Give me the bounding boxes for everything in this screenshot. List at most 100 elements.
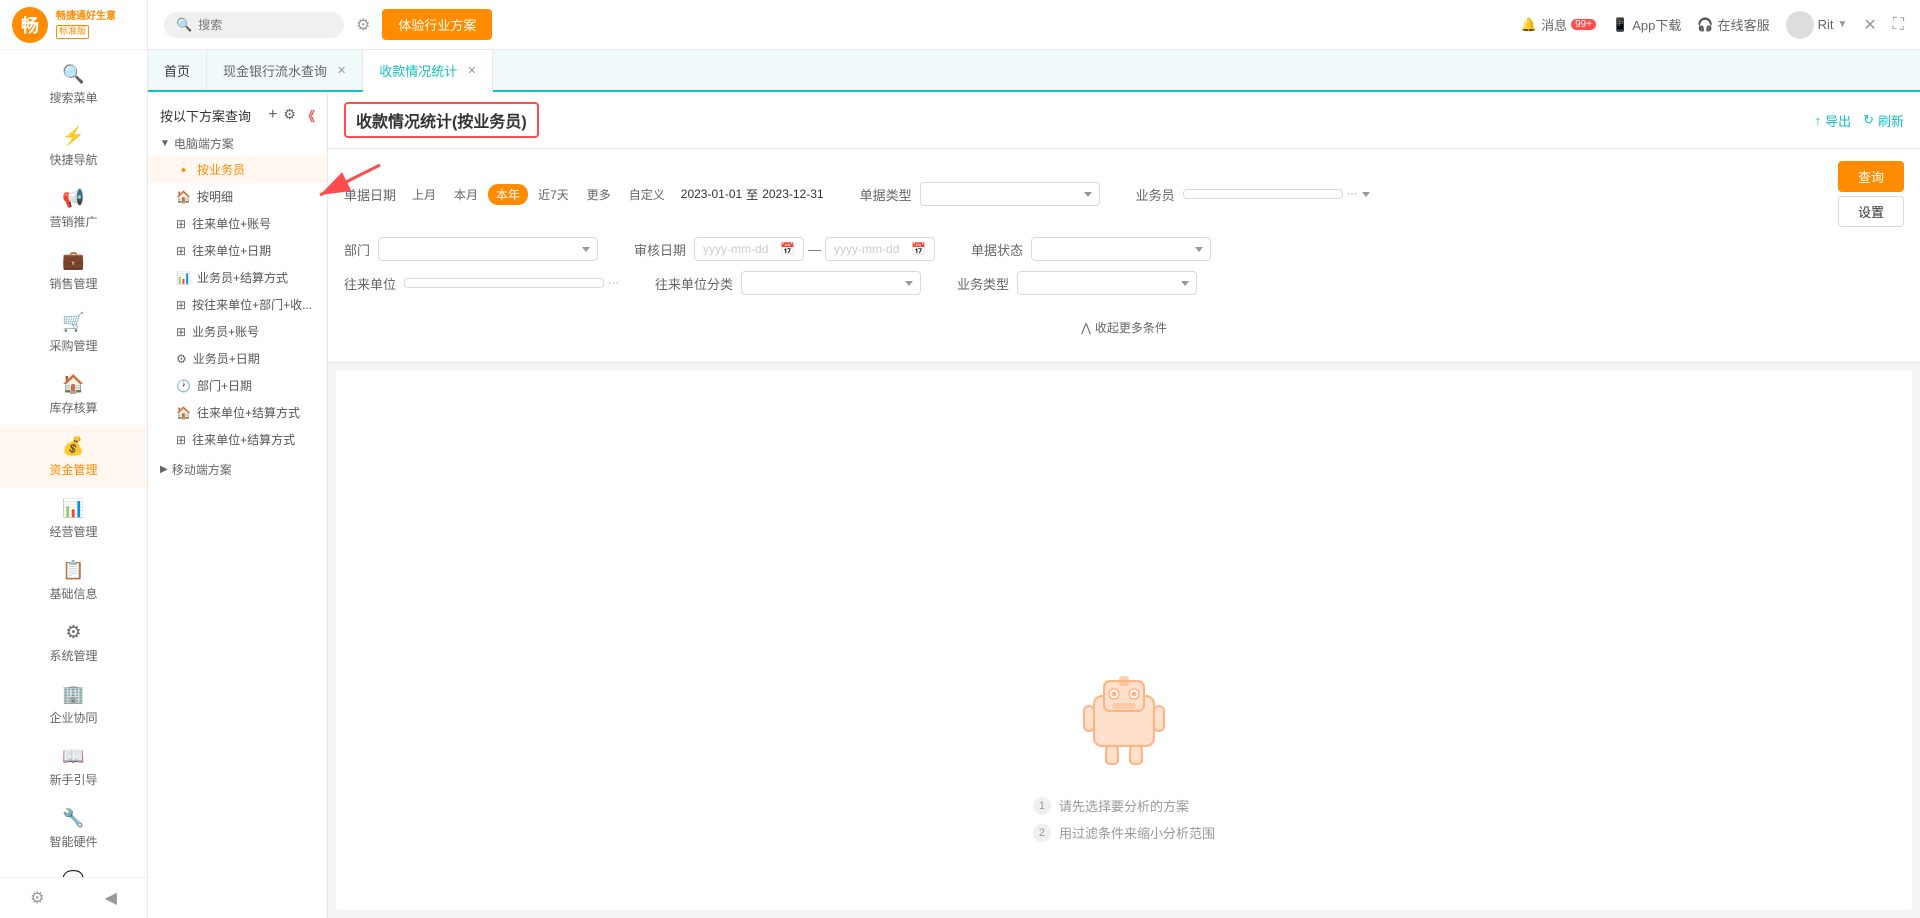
date-range: 2023-01-01 至 2023-12-31: [681, 186, 824, 203]
tree-item-dept-date[interactable]: 🕐 部门+日期: [148, 372, 327, 399]
sidebar-item-guide[interactable]: 📖 新手引导: [0, 736, 147, 798]
doc-status-filter: 单据状态: [971, 237, 1211, 261]
salesman-more-icon[interactable]: ···: [1347, 188, 1358, 200]
sidebar-item-system[interactable]: ⚙ 系统管理: [0, 612, 147, 674]
sidebar-item-finance[interactable]: 💰 资金管理: [0, 426, 147, 488]
tree-item-by-detail[interactable]: 🏠 按明细: [148, 183, 327, 210]
tab-home[interactable]: 首页: [148, 50, 207, 90]
content-area: 按以下方案查询 + ⚙ 《 ▼ 电脑端方案 🔸 按业务员 🏠 按明细: [148, 92, 1920, 918]
doc-type-select[interactable]: [920, 182, 1100, 206]
search-input[interactable]: [198, 18, 318, 32]
tree-section-mobile[interactable]: ▶ 移动端方案: [148, 457, 327, 482]
dept-select-wrapper[interactable]: [378, 237, 598, 261]
collapse-button[interactable]: ⋀ 收起更多条件: [1075, 313, 1173, 342]
tree-item-salesman-settlement[interactable]: 📊 业务员+结算方式: [148, 264, 327, 291]
export-icon: ↑: [1815, 113, 1822, 128]
headphone-icon: 🎧: [1697, 17, 1713, 33]
tree-item-partner-settlement2[interactable]: ⊞ 往来单位+结算方式: [148, 426, 327, 453]
query-btn-group: 查询 设置: [1838, 161, 1904, 227]
doc-status-select[interactable]: [1031, 237, 1211, 261]
cart-icon: 🛒: [62, 312, 84, 333]
filter-row-2: 部门 审核日期 yyyy-mm-dd: [344, 237, 1904, 261]
partner-classify-filter: 往来单位分类: [655, 271, 921, 295]
chart-icon: 📊: [62, 498, 84, 519]
sidebar-item-corp[interactable]: 🏢 企业协同: [0, 674, 147, 736]
partner-classify-select[interactable]: [741, 271, 921, 295]
doc-type-filter: 单据类型: [860, 182, 1100, 206]
date-tab-last-month[interactable]: 上月: [404, 184, 444, 205]
settings-button[interactable]: 设置: [1838, 196, 1904, 227]
bell-icon: 🔔: [1521, 17, 1537, 33]
sidebar-item-marketing[interactable]: 📢 营销推广: [0, 178, 147, 240]
sidebar-item-quicknav[interactable]: ⚡ 快捷导航: [0, 116, 147, 178]
app-download-btn[interactable]: 📱 App下载: [1612, 15, 1681, 34]
logo-area: 畅 畅捷通好生意 标准版: [0, 0, 147, 50]
filter-area: 单据日期 上月 本月 本年 近7天 更多 自定义 2023-01-01 至: [328, 149, 1920, 363]
tab-bank-close[interactable]: ✕: [337, 64, 346, 77]
refresh-button[interactable]: ↻ 刷新: [1863, 111, 1904, 130]
biz-type-select[interactable]: [1017, 271, 1197, 295]
tree-item-partner-dept-collect[interactable]: ⊞ 按往来单位+部门+收...: [148, 291, 327, 318]
dept-select[interactable]: [378, 237, 598, 261]
sidebar-item-sales[interactable]: 💼 销售管理: [0, 240, 147, 302]
audit-start-input[interactable]: yyyy-mm-dd 📅: [694, 237, 804, 261]
data-area: 1 请先选择要分析的方案 2 用过滤条件来缩小分析范围: [336, 371, 1912, 910]
biz-type-select-wrapper[interactable]: [1017, 271, 1197, 295]
tree-item-partner-settlement1[interactable]: 🏠 往来单位+结算方式: [148, 399, 327, 426]
query-button[interactable]: 查询: [1838, 161, 1904, 192]
robot-svg: [1064, 656, 1184, 776]
sidebar-item-operations[interactable]: 📊 经营管理: [0, 488, 147, 550]
salesman-input[interactable]: [1183, 189, 1343, 199]
tree-item-by-salesman[interactable]: 🔸 按业务员: [148, 156, 327, 183]
sidebar-item-purchase[interactable]: 🛒 采购管理: [0, 302, 147, 364]
partner-classify-select-wrapper[interactable]: [741, 271, 921, 295]
window-close-icon[interactable]: ✕: [1863, 15, 1876, 35]
audit-end-input[interactable]: yyyy-mm-dd 📅: [825, 237, 935, 261]
date-tab-7days[interactable]: 近7天: [530, 184, 577, 205]
date-tab-this-month[interactable]: 本月: [446, 184, 486, 205]
sidebar-collapse-btn[interactable]: ◀: [105, 888, 117, 908]
online-service-btn[interactable]: 🎧 在线客服: [1697, 15, 1769, 34]
sidebar-item-hardware[interactable]: 🔧 智能硬件: [0, 798, 147, 860]
add-plan-btn[interactable]: +: [268, 106, 277, 125]
doc-status-select-wrapper[interactable]: [1031, 237, 1211, 261]
tab-receipts-close[interactable]: ✕: [467, 64, 476, 77]
tree-item-partner-account[interactable]: ⊞ 往来单位+账号: [148, 210, 327, 237]
sidebar-item-wechat[interactable]: 💬 企业微信: [0, 860, 147, 877]
doc-type-select-wrapper[interactable]: [920, 182, 1100, 206]
partner-input[interactable]: [404, 278, 604, 288]
sidebar-item-search[interactable]: 🔍 搜索菜单: [0, 54, 147, 116]
page-actions: ↑ 导出 ↻ 刷新: [1815, 111, 1904, 130]
sidebar-item-basic[interactable]: 📋 基础信息: [0, 550, 147, 612]
book-icon: 📖: [62, 746, 84, 767]
topbar-left: 🔍 ⚙ 体验行业方案: [164, 9, 492, 40]
partner-more-icon[interactable]: ···: [608, 277, 619, 289]
mobile-section-label: 移动端方案: [172, 461, 232, 478]
tree-item-partner-date[interactable]: ⊞ 往来单位+日期: [148, 237, 327, 264]
tab-receipts[interactable]: 收款情况统计 ✕: [363, 50, 493, 92]
logo-icon: 畅: [12, 7, 48, 43]
sidebar-item-warehouse[interactable]: 🏠 库存核算: [0, 364, 147, 426]
tab-bank[interactable]: 现金银行流水查询 ✕: [207, 50, 363, 90]
date-tab-this-year[interactable]: 本年: [488, 184, 528, 205]
panel-collapse-btn[interactable]: 《: [302, 106, 315, 125]
export-button[interactable]: ↑ 导出: [1815, 111, 1852, 130]
search-icon: 🔍: [62, 64, 84, 85]
trial-button[interactable]: 体验行业方案: [382, 9, 492, 40]
topbar-search-box[interactable]: 🔍: [164, 12, 344, 38]
tree-item-salesman-date[interactable]: ⚙ 业务员+日期: [148, 345, 327, 372]
date-tab-more[interactable]: 更多: [579, 184, 619, 205]
window-maximize-icon[interactable]: ⛶: [1893, 16, 1904, 34]
house2-icon: 🏠: [176, 406, 191, 420]
date-tab-custom[interactable]: 自定义: [621, 184, 673, 205]
sidebar-settings-btn[interactable]: ⚙: [30, 888, 44, 908]
user-menu[interactable]: Rit ▼: [1786, 11, 1848, 39]
salesman-filter: 业务员 ···: [1136, 185, 1370, 204]
notifications-btn[interactable]: 🔔 消息 99+: [1521, 15, 1596, 34]
tree-item-salesman-account[interactable]: ⊞ 业务员+账号: [148, 318, 327, 345]
tree-section-desktop[interactable]: ▼ 电脑端方案: [148, 131, 327, 156]
plan-settings-btn[interactable]: ⚙: [283, 106, 296, 125]
audit-date-label: 审核日期: [634, 240, 686, 259]
grid-icon: ⊞: [176, 217, 186, 231]
topbar-settings-icon[interactable]: ⚙: [356, 15, 370, 35]
